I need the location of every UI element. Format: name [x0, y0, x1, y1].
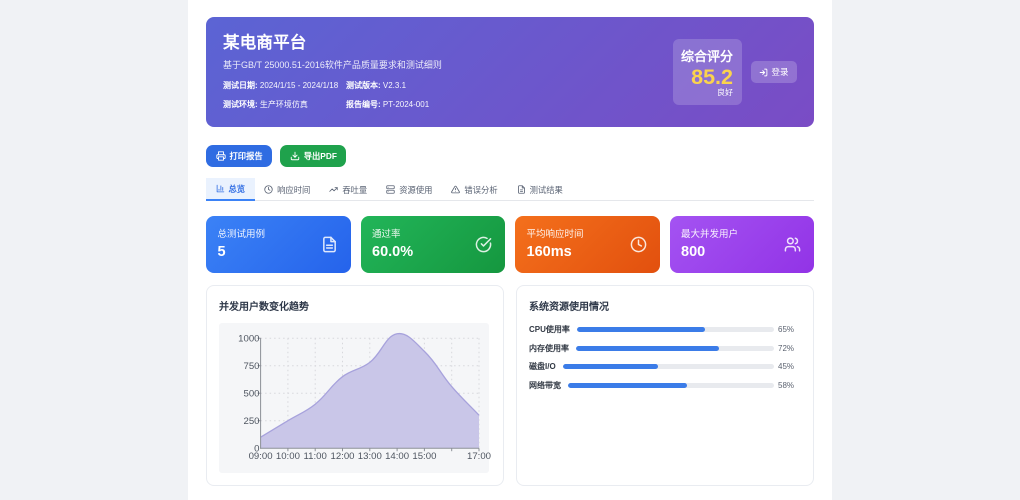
svg-text:1000: 1000	[238, 333, 259, 344]
svg-text:15:00: 15:00	[412, 451, 436, 462]
svg-text:09:00: 09:00	[249, 451, 273, 462]
svg-text:17:00: 17:00	[467, 451, 491, 462]
svg-text:14:00: 14:00	[385, 451, 409, 462]
svg-text:250: 250	[243, 415, 259, 426]
svg-text:10:00: 10:00	[276, 451, 300, 462]
svg-text:500: 500	[243, 388, 259, 399]
svg-text:13:00: 13:00	[358, 451, 382, 462]
svg-text:11:00: 11:00	[304, 451, 327, 462]
svg-text:12:00: 12:00	[330, 451, 354, 462]
svg-text:750: 750	[243, 360, 259, 371]
